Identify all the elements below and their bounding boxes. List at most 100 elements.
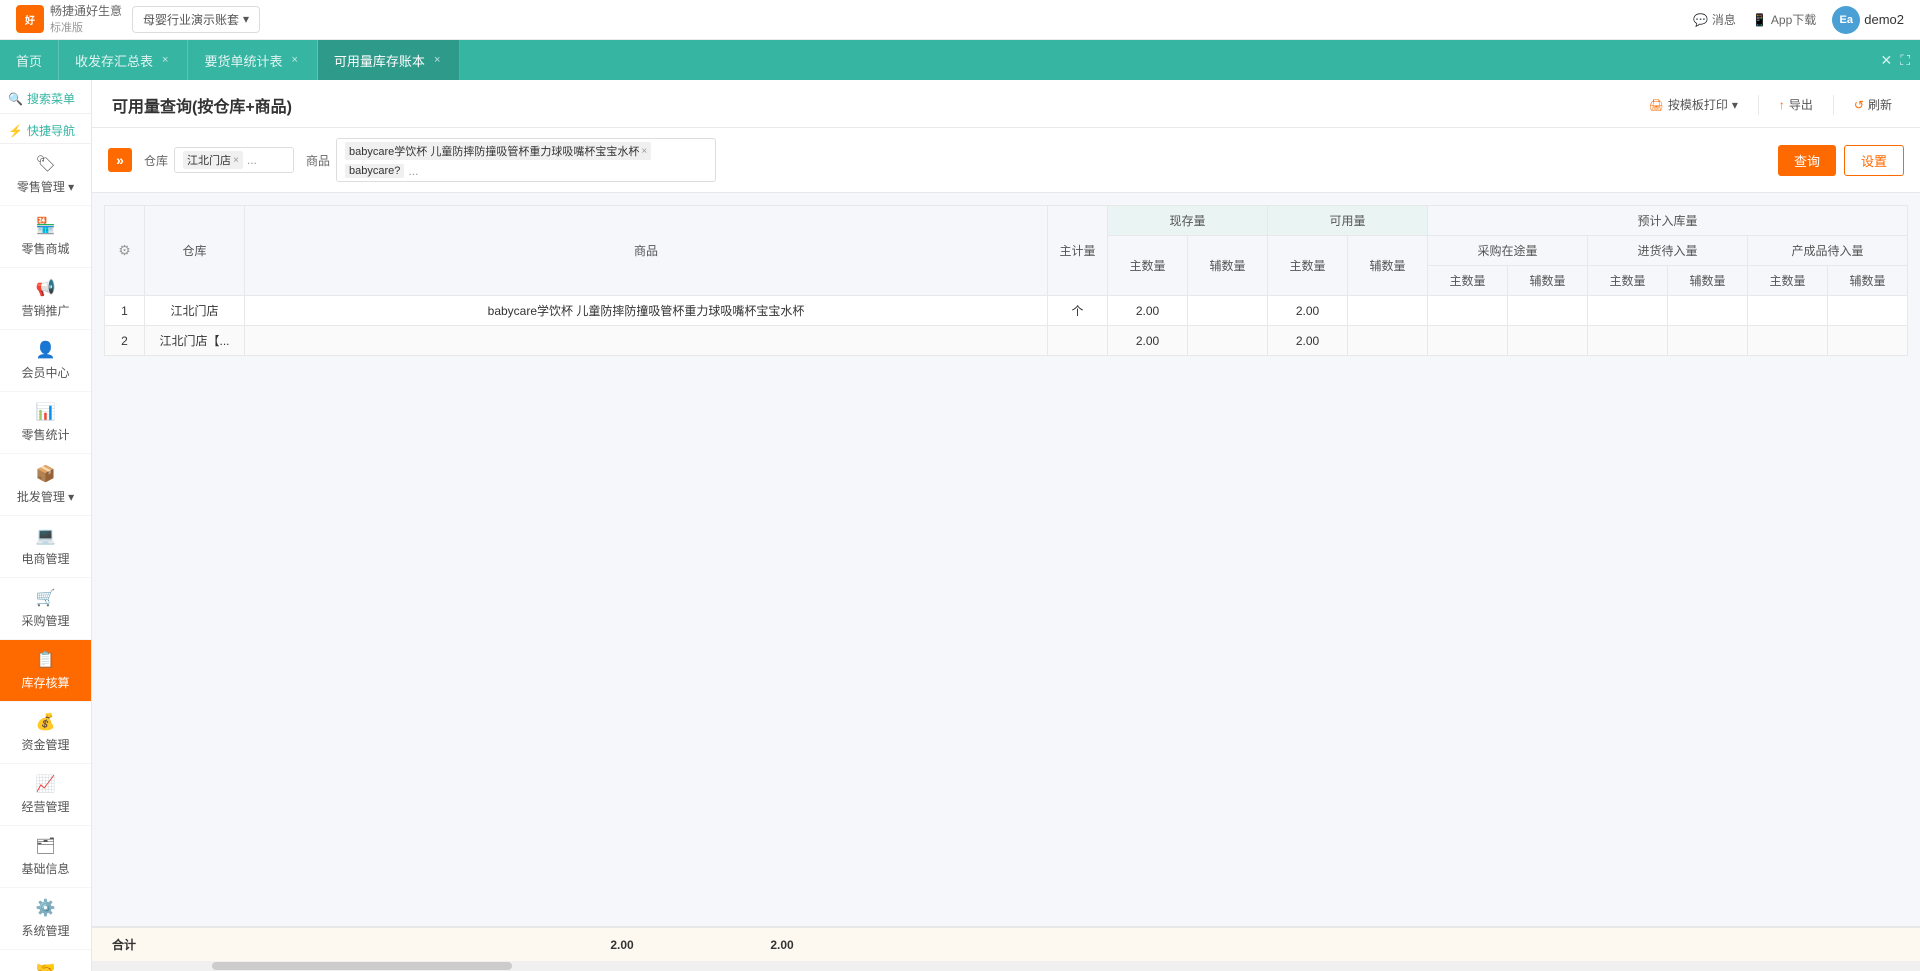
row2-product-main (1748, 326, 1828, 356)
finance-icon: 💰 (36, 712, 56, 732)
sidebar: 🔍 搜索菜单 ⚡ 快捷导航 🏷 零售管理 ▾ 🏪 零售商城 📢 营销推广 👤 会… (0, 80, 92, 971)
row1-purchase-aux (1508, 296, 1588, 326)
user-area[interactable]: Ea demo2 (1832, 6, 1904, 34)
filter-warehouse-field: 仓库 江北门店 × ... (144, 147, 294, 173)
tab-order-stats[interactable]: 要货单统计表 × (188, 40, 317, 80)
table-row: 1 江北门店 babycare学饮杯 儿童防摔防撞吸管杯重力球吸嘴杯宝宝水杯 个… (105, 296, 1908, 326)
refresh-icon: ↺ (1854, 98, 1864, 112)
setting-button[interactable]: 设置 (1844, 145, 1904, 176)
sidebar-item-enterprise-coop[interactable]: 🤝 企业协同 (0, 950, 91, 971)
tab-available-stock[interactable]: 可用量库存账本 × (318, 40, 460, 80)
th-available-main: 主数量 (1268, 236, 1348, 296)
basic-info-icon: 🗂 (35, 836, 55, 856)
th-available: 可用量 (1268, 206, 1428, 236)
filter-product-more[interactable]: ... (408, 164, 418, 178)
filter-product-tag2: babycare? (345, 164, 404, 178)
refresh-label: 刷新 (1868, 96, 1892, 113)
sidebar-item-ecommerce[interactable]: 💻 电商管理 (0, 516, 91, 578)
sidebar-item-operation[interactable]: 📈 经营管理 (0, 764, 91, 826)
app-download-label: App下载 (1771, 11, 1816, 28)
filter-product-input[interactable]: babycare学饮杯 儿童防摔防撞吸管杯重力球吸嘴杯宝宝水杯 × babyca… (336, 138, 716, 182)
avatar: Ea (1832, 6, 1860, 34)
tab-expand-icon[interactable]: ⛶ (1900, 52, 1910, 69)
tab-bar-right: ✕ ⛶ (1880, 40, 1920, 80)
sidebar-item-system[interactable]: ⚙️ 系统管理 (0, 888, 91, 950)
logo-text: 畅捷通好生意 (50, 4, 122, 18)
sidebar-quick-nav-label: 快捷导航 (27, 122, 75, 139)
sidebar-item-system-label: 系统管理 (21, 922, 69, 939)
tab-close-all-icon[interactable]: ✕ (1880, 52, 1892, 69)
tab-home[interactable]: 首页 (0, 40, 59, 80)
app-icon: 📱 (1752, 13, 1767, 27)
scroll-thumb[interactable] (212, 962, 512, 970)
top-bar-right: 💬 消息 📱 App下载 Ea demo2 (1693, 6, 1904, 34)
th-warehouse: 仓库 (145, 206, 245, 296)
filter-product-label: 商品 (306, 152, 330, 169)
sidebar-item-finance[interactable]: 💰 资金管理 (0, 702, 91, 764)
row2-goods-main (1588, 326, 1668, 356)
user-name: demo2 (1864, 12, 1904, 27)
chevron-down-icon: ▾ (243, 12, 249, 26)
sidebar-item-basic-info-label: 基础信息 (21, 860, 69, 877)
marketing-icon: 📢 (36, 278, 56, 298)
sidebar-item-inventory[interactable]: 📋 库存核算 (0, 640, 91, 702)
sidebar-item-purchase[interactable]: 🛒 采购管理 (0, 578, 91, 640)
msg-btn[interactable]: 💬 消息 (1693, 11, 1736, 28)
filter-warehouse-label: 仓库 (144, 152, 168, 169)
print-btn[interactable]: 🖨 按模板打印 ▾ (1641, 92, 1746, 117)
row2-available-main: 2.00 (1268, 326, 1348, 356)
sidebar-item-retail-mall-label: 零售商城 (21, 240, 69, 257)
sidebar-item-basic-info[interactable]: 🗂 基础信息 (0, 826, 91, 888)
query-button[interactable]: 查询 (1778, 145, 1836, 176)
row1-goods-aux (1668, 296, 1748, 326)
filter-bar: » 仓库 江北门店 × ... 商品 babycare学饮杯 儿童防摔防撞吸管杯… (92, 128, 1920, 193)
sidebar-item-retail-stats[interactable]: 📊 零售统计 (0, 392, 91, 454)
sidebar-item-retail-mgmt[interactable]: 🏷 零售管理 ▾ (0, 144, 91, 206)
th-goods-aux: 辅数量 (1668, 266, 1748, 296)
settings-icon[interactable]: ⚙ (118, 242, 131, 258)
filter-warehouse-input[interactable]: 江北门店 × ... (174, 147, 294, 173)
sidebar-search-label: 搜索菜单 (27, 90, 75, 107)
print-arrow-icon: ▾ (1732, 98, 1738, 112)
tab-available-stock-close[interactable]: × (431, 53, 443, 67)
sidebar-item-marketing[interactable]: 📢 营销推广 (0, 268, 91, 330)
tab-order-stats-label: 要货单统计表 (204, 51, 282, 70)
th-goods-main: 主数量 (1588, 266, 1668, 296)
sidebar-item-retail-mall[interactable]: 🏪 零售商城 (0, 206, 91, 268)
footer-stock-main: 2.00 (582, 938, 662, 952)
filter-warehouse-more[interactable]: ... (247, 153, 257, 167)
sidebar-item-member-label: 会员中心 (21, 364, 69, 381)
row1-product: babycare学饮杯 儿童防摔防撞吸管杯重力球吸嘴杯宝宝水杯 (245, 296, 1048, 326)
industry-selector[interactable]: 母婴行业演示账套 ▾ (132, 6, 260, 33)
filter-product-tag1-close[interactable]: × (641, 146, 647, 157)
app-download-btn[interactable]: 📱 App下载 (1752, 11, 1816, 28)
msg-icon: 💬 (1693, 13, 1708, 27)
th-stock-main: 主数量 (1108, 236, 1188, 296)
divider1 (1758, 95, 1759, 115)
retail-stats-icon: 📊 (36, 402, 56, 422)
sidebar-item-retail-mgmt-label: 零售管理 ▾ (17, 178, 74, 195)
row2-purchase-aux (1508, 326, 1588, 356)
table-scroll-bar[interactable] (92, 961, 1920, 971)
row2-available-aux (1348, 326, 1428, 356)
expand-btn[interactable]: » (108, 148, 132, 172)
sidebar-item-wholesale[interactable]: 📦 批发管理 ▾ (0, 454, 91, 516)
top-bar: 好 畅捷通好生意 标准版 母婴行业演示账套 ▾ 💬 消息 📱 App下载 Ea … (0, 0, 1920, 40)
tab-order-stats-close[interactable]: × (288, 53, 300, 67)
th-product-main: 主数量 (1748, 266, 1828, 296)
msg-label: 消息 (1712, 11, 1736, 28)
sidebar-item-operation-label: 经营管理 (21, 798, 69, 815)
industry-selector-text: 母婴行业演示账套 (143, 11, 239, 28)
tab-receipt-summary[interactable]: 收发存汇总表 × (59, 40, 188, 80)
export-btn[interactable]: ↑ 导出 (1771, 92, 1821, 117)
sidebar-item-member[interactable]: 👤 会员中心 (0, 330, 91, 392)
sidebar-quick-nav[interactable]: ⚡ 快捷导航 (0, 114, 91, 144)
tab-receipt-summary-close[interactable]: × (159, 53, 171, 67)
filter-warehouse-tag-close[interactable]: × (233, 155, 239, 166)
export-icon: ↑ (1779, 98, 1785, 112)
th-purchase-aux: 辅数量 (1508, 266, 1588, 296)
refresh-btn[interactable]: ↺ 刷新 (1846, 92, 1900, 117)
row1-purchase-main (1428, 296, 1508, 326)
sidebar-search[interactable]: 🔍 搜索菜单 (0, 80, 91, 114)
filter-product-field: 商品 babycare学饮杯 儿童防摔防撞吸管杯重力球吸嘴杯宝宝水杯 × bab… (306, 138, 716, 182)
